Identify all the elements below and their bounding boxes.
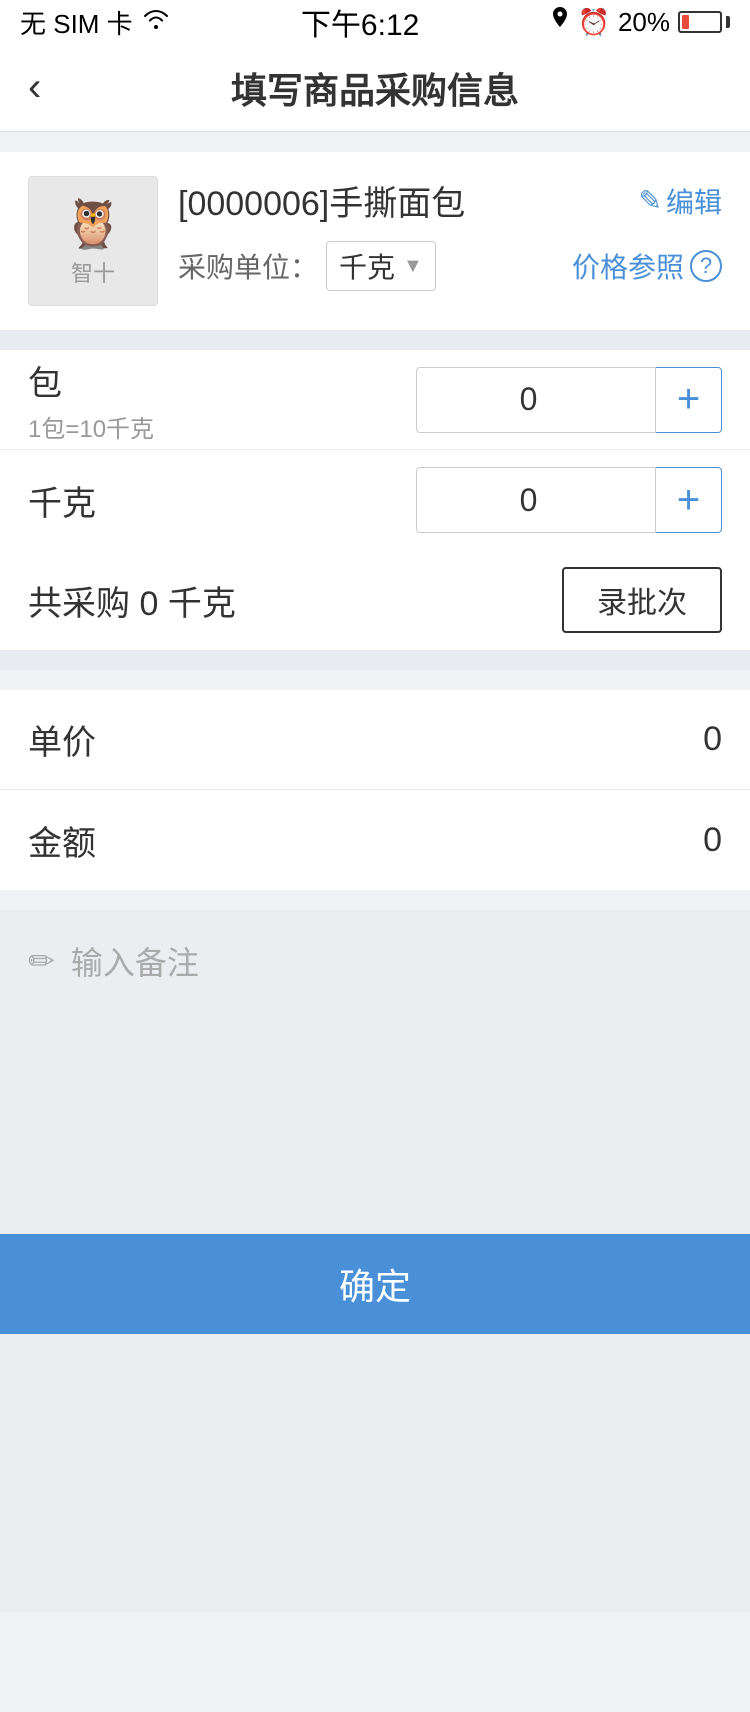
unit-prefix: 采购单位： <box>178 246 318 286</box>
wifi-icon <box>141 7 171 38</box>
bao-plus-button[interactable]: + <box>656 367 722 433</box>
edit-button[interactable]: ✎ 编辑 <box>639 181 722 221</box>
amount-value: 0 <box>703 821 722 860</box>
unit-select[interactable]: 千克 ▼ <box>326 241 436 291</box>
bao-input-row: 包 1包=10千克 + <box>0 350 750 450</box>
unit-price-label: 单价 <box>28 715 96 764</box>
unit-value: 千克 <box>339 246 395 286</box>
bao-label: 包 1包=10千克 <box>28 356 154 444</box>
confirm-button[interactable]: 确定 <box>0 1234 750 1334</box>
bao-label-sub: 1包=10千克 <box>28 409 154 444</box>
bao-input[interactable] <box>416 367 656 433</box>
kg-label-main: 千克 <box>28 476 96 525</box>
unit-price-row: 单价 0 <box>0 690 750 790</box>
status-bar-right: ⏰ 20% <box>550 7 730 38</box>
summary-prefix: 共采购 <box>28 585 130 623</box>
kg-label: 千克 <box>28 476 96 525</box>
amount-label: 金额 <box>28 816 96 865</box>
product-header: [0000006]手撕面包 ✎ 编辑 <box>178 176 722 225</box>
price-ref-button[interactable]: 价格参照 ? <box>572 246 722 286</box>
product-unit-row: 采购单位： 千克 ▼ 价格参照 ? <box>178 241 722 291</box>
nav-bar: ‹ 填写商品采购信息 <box>0 44 750 132</box>
unit-price-value: 0 <box>703 720 722 759</box>
note-placeholder: 输入备注 <box>71 938 199 984</box>
amount-row: 金额 0 <box>0 790 750 890</box>
battery-percent: 20% <box>618 7 670 38</box>
status-bar-time: 下午6:12 <box>301 0 419 44</box>
product-image: 🦉 智十 <box>28 176 158 306</box>
section-divider-1 <box>0 330 750 350</box>
page-title: 填写商品采购信息 <box>231 62 519 114</box>
section-divider-2 <box>0 650 750 670</box>
edit-icon: ✎ <box>639 184 662 217</box>
summary-row: 共采购 0 千克 录批次 <box>0 550 750 650</box>
product-name: [0000006]手撕面包 <box>178 176 465 225</box>
back-button[interactable]: ‹ <box>28 65 41 110</box>
bao-input-right: + <box>416 367 722 433</box>
price-ref-label: 价格参照 <box>572 246 684 286</box>
summary-qty-value: 0 <box>139 585 158 623</box>
summary-text: 共采购 0 千克 <box>28 576 236 625</box>
bottom-padding <box>0 1612 750 1712</box>
bao-label-main: 包 <box>28 356 154 405</box>
input-section: 包 1包=10千克 + 千克 + <box>0 350 750 550</box>
kg-input-row: 千克 + <box>0 450 750 550</box>
batch-button[interactable]: 录批次 <box>562 567 722 633</box>
kg-input-right: + <box>416 467 722 533</box>
kg-input[interactable] <box>416 467 656 533</box>
price-ref-help-icon[interactable]: ? <box>690 250 722 282</box>
status-bar-left: 无 SIM 卡 <box>20 4 171 41</box>
summary-unit-value: 千克 <box>168 585 236 623</box>
product-section: 🦉 智十 [0000006]手撕面包 ✎ 编辑 采购单位： 千克 ▼ 价格参照 … <box>0 152 750 330</box>
pencil-icon: ✏ <box>28 942 55 980</box>
location-icon <box>550 7 570 38</box>
product-logo-icon: 🦉 <box>63 195 123 252</box>
price-section: 单价 0 金额 0 <box>0 690 750 890</box>
sim-status: 无 SIM 卡 <box>20 4 133 41</box>
note-section[interactable]: ✏ 输入备注 <box>0 910 750 1012</box>
unit-dropdown-icon: ▼ <box>403 255 423 278</box>
battery-icon <box>678 11 730 33</box>
product-logo-text: 智十 <box>71 256 115 288</box>
status-bar: 无 SIM 卡 下午6:12 ⏰ 20% <box>0 0 750 44</box>
edit-label: 编辑 <box>666 181 722 221</box>
kg-plus-button[interactable]: + <box>656 467 722 533</box>
alarm-icon: ⏰ <box>578 7 610 38</box>
product-info: [0000006]手撕面包 ✎ 编辑 采购单位： 千克 ▼ 价格参照 ? <box>178 176 722 291</box>
